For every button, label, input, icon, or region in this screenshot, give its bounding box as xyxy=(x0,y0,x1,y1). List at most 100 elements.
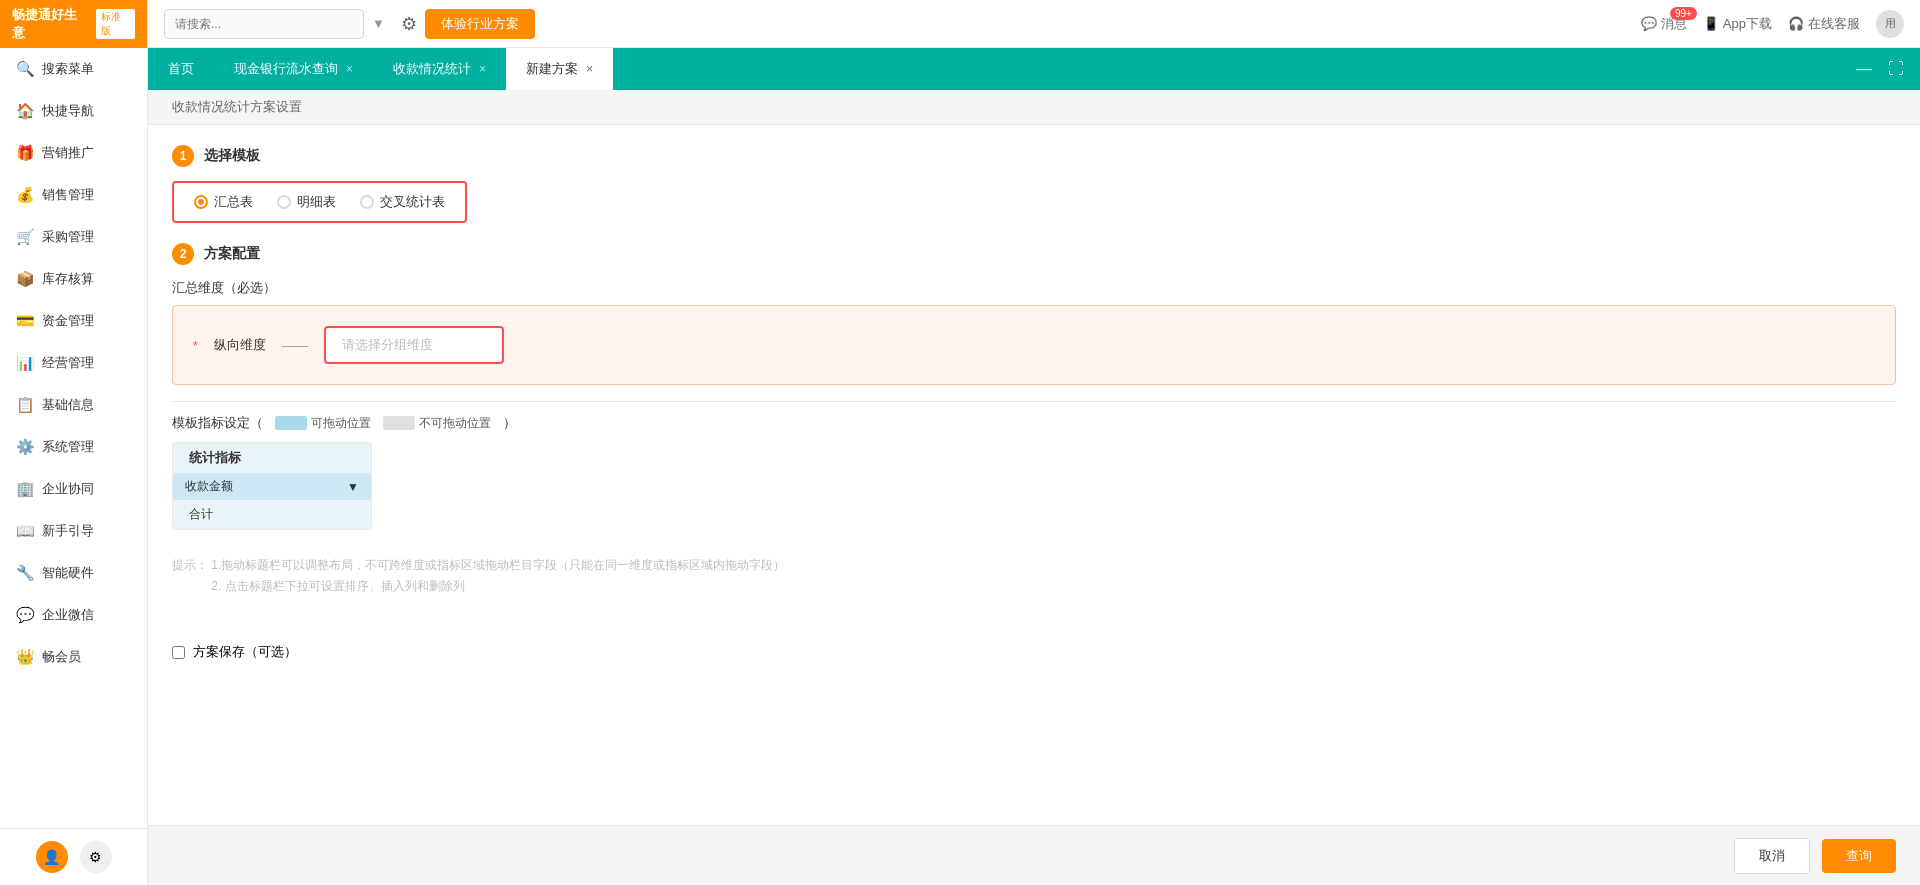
query-button[interactable]: 查询 xyxy=(1822,839,1896,873)
sidebar-item-operations[interactable]: 📊 经营管理 xyxy=(0,342,147,384)
user-avatar[interactable]: 用 xyxy=(1876,10,1904,38)
tab-bank-flow-close-icon[interactable]: × xyxy=(346,62,353,76)
dimension-area: * 纵向维度 —— 请选择分组维度 xyxy=(172,305,1896,385)
navtab-actions: — ⛶ xyxy=(1848,56,1920,82)
indicator-table: 统计指标 收款金额 ▼ 合计 xyxy=(172,442,372,530)
save-plan-checkbox[interactable] xyxy=(172,646,185,659)
sidebar-item-label: 畅会员 xyxy=(42,648,81,666)
sidebar-item-guide[interactable]: 📖 新手引导 xyxy=(0,510,147,552)
dimension-select[interactable]: 请选择分组维度 xyxy=(324,326,504,364)
service-item[interactable]: 🎧 在线客服 xyxy=(1788,15,1860,33)
sidebar-item-smart-hw[interactable]: 🔧 智能硬件 xyxy=(0,552,147,594)
page-title: 收款情况统计方案设置 xyxy=(172,99,302,114)
footer: 取消 查询 xyxy=(148,825,1920,885)
radio-summary-label: 汇总表 xyxy=(214,193,253,211)
indicator-table-header: 统计指标 xyxy=(173,443,371,473)
sidebar-item-label: 新手引导 xyxy=(42,522,94,540)
download-label: App下载 xyxy=(1723,15,1772,33)
sidebar-item-inventory[interactable]: 📦 库存核算 xyxy=(0,258,147,300)
sidebar-item-quick-nav[interactable]: 🏠 快捷导航 xyxy=(0,90,147,132)
sidebar-item-label: 基础信息 xyxy=(42,396,94,414)
download-icon: 📱 xyxy=(1703,16,1719,31)
tab-home[interactable]: 首页 xyxy=(148,48,214,90)
legend-draggable-dot xyxy=(275,416,307,430)
form-area: 1 选择模板 汇总表 明细表 交叉统计表 xyxy=(148,125,1920,693)
sidebar-item-label: 营销推广 xyxy=(42,144,94,162)
cancel-button[interactable]: 取消 xyxy=(1734,838,1810,874)
inventory-icon: 📦 xyxy=(16,270,34,288)
section-2: 2 方案配置 汇总维度（必选） * 纵向维度 —— 请选择分组维度 xyxy=(172,243,1896,611)
gear-icon[interactable]: ⚙ xyxy=(401,13,417,35)
logo-badge: 标准版 xyxy=(96,9,135,39)
indicator-header: 模板指标设定（ 可拖动位置 不可拖动位置 ） xyxy=(172,414,1896,432)
sidebar-item-search-menu[interactable]: 🔍 搜索菜单 xyxy=(0,48,147,90)
sidebar-bottom-icon-2[interactable]: ⚙ xyxy=(80,841,112,873)
sidebar-item-label: 系统管理 xyxy=(42,438,94,456)
notification-item[interactable]: 💬 消息 99+ xyxy=(1641,15,1687,33)
radio-cross-label: 交叉统计表 xyxy=(380,193,445,211)
minimize-btn[interactable]: — xyxy=(1848,56,1880,82)
service-label: 在线客服 xyxy=(1808,15,1860,33)
tab-collection-stat-close-icon[interactable]: × xyxy=(479,62,486,76)
radio-summary[interactable]: 汇总表 xyxy=(194,193,253,211)
operations-icon: 📊 xyxy=(16,354,34,372)
sidebar-item-enterprise[interactable]: 🏢 企业协同 xyxy=(0,468,147,510)
home-icon: 🏠 xyxy=(16,102,34,120)
legend-draggable: 可拖动位置 xyxy=(275,415,371,432)
wechat-icon: 💬 xyxy=(16,606,34,624)
indicator-subtag-total[interactable]: 合计 xyxy=(173,500,371,529)
enterprise-icon: 🏢 xyxy=(16,480,34,498)
required-mark: * xyxy=(193,338,198,353)
radio-cross-dot xyxy=(360,195,374,209)
radio-summary-dot xyxy=(194,195,208,209)
tip-2: 2. 点击标题栏下拉可设置排序、插入列和删除列 xyxy=(172,578,1896,595)
service-icon: 🎧 xyxy=(1788,16,1804,31)
notification-badge: 99+ xyxy=(1670,7,1697,20)
sidebar-item-basic-info[interactable]: 📋 基础信息 xyxy=(0,384,147,426)
expand-btn[interactable]: ⛶ xyxy=(1880,56,1912,82)
sidebar-bottom-icon-1[interactable]: 👤 xyxy=(36,841,68,873)
radio-detail-dot xyxy=(277,195,291,209)
sidebar-item-capital[interactable]: 💳 资金管理 xyxy=(0,300,147,342)
notification-icon: 💬 xyxy=(1641,16,1657,31)
section1-title: 选择模板 xyxy=(204,147,260,165)
sidebar-item-member[interactable]: 👑 畅会员 xyxy=(0,636,147,678)
sidebar-item-purchase[interactable]: 🛒 采购管理 xyxy=(0,216,147,258)
dimension-placeholder: 请选择分组维度 xyxy=(342,337,433,352)
hardware-icon: 🔧 xyxy=(16,564,34,582)
radio-cross[interactable]: 交叉统计表 xyxy=(360,193,445,211)
guide-icon: 📖 xyxy=(16,522,34,540)
sidebar-item-system[interactable]: ⚙️ 系统管理 xyxy=(0,426,147,468)
search-input[interactable] xyxy=(164,9,364,39)
tab-new-plan[interactable]: 新建方案 × xyxy=(506,48,613,90)
purchase-icon: 🛒 xyxy=(16,228,34,246)
sidebar-item-sales[interactable]: 💰 销售管理 xyxy=(0,174,147,216)
sidebar-item-label: 销售管理 xyxy=(42,186,94,204)
tab-bank-flow[interactable]: 现金银行流水查询 × xyxy=(214,48,373,90)
sidebar-item-label: 库存核算 xyxy=(42,270,94,288)
tag-amount-label: 收款金额 xyxy=(185,478,233,495)
indicator-section: 模板指标设定（ 可拖动位置 不可拖动位置 ） xyxy=(172,414,1896,533)
industry-btn[interactable]: 体验行业方案 xyxy=(425,9,535,39)
sales-icon: 💰 xyxy=(16,186,34,204)
template-selector: 汇总表 明细表 交叉统计表 xyxy=(172,181,467,223)
indicator-tag-amount[interactable]: 收款金额 ▼ xyxy=(173,473,371,500)
sidebar-item-label: 搜索菜单 xyxy=(42,60,94,78)
legend-fixed-dot xyxy=(383,416,415,430)
system-icon: ⚙️ xyxy=(16,438,34,456)
sidebar-item-wechat[interactable]: 💬 企业微信 xyxy=(0,594,147,636)
sidebar-item-label: 智能硬件 xyxy=(42,564,94,582)
sidebar-item-marketing[interactable]: 🎁 营销推广 xyxy=(0,132,147,174)
tab-new-plan-close-icon[interactable]: × xyxy=(586,62,593,76)
radio-detail-label: 明细表 xyxy=(297,193,336,211)
dimension-title-row: 汇总维度（必选） xyxy=(172,279,1896,297)
tab-collection-stat-label: 收款情况统计 xyxy=(393,60,471,78)
tab-collection-stat[interactable]: 收款情况统计 × xyxy=(373,48,506,90)
sidebar-item-label: 企业协同 xyxy=(42,480,94,498)
dropdown-arrow-icon[interactable]: ▼ xyxy=(372,16,385,31)
dimension-row-label: 纵向维度 xyxy=(214,336,266,354)
radio-detail[interactable]: 明细表 xyxy=(277,193,336,211)
download-item[interactable]: 📱 App下载 xyxy=(1703,15,1772,33)
tab-home-label: 首页 xyxy=(168,60,194,78)
tips-area: 提示： 1.拖动标题栏可以调整布局，不可跨维度或指标区域拖动栏目字段（只能在同一… xyxy=(172,545,1896,611)
